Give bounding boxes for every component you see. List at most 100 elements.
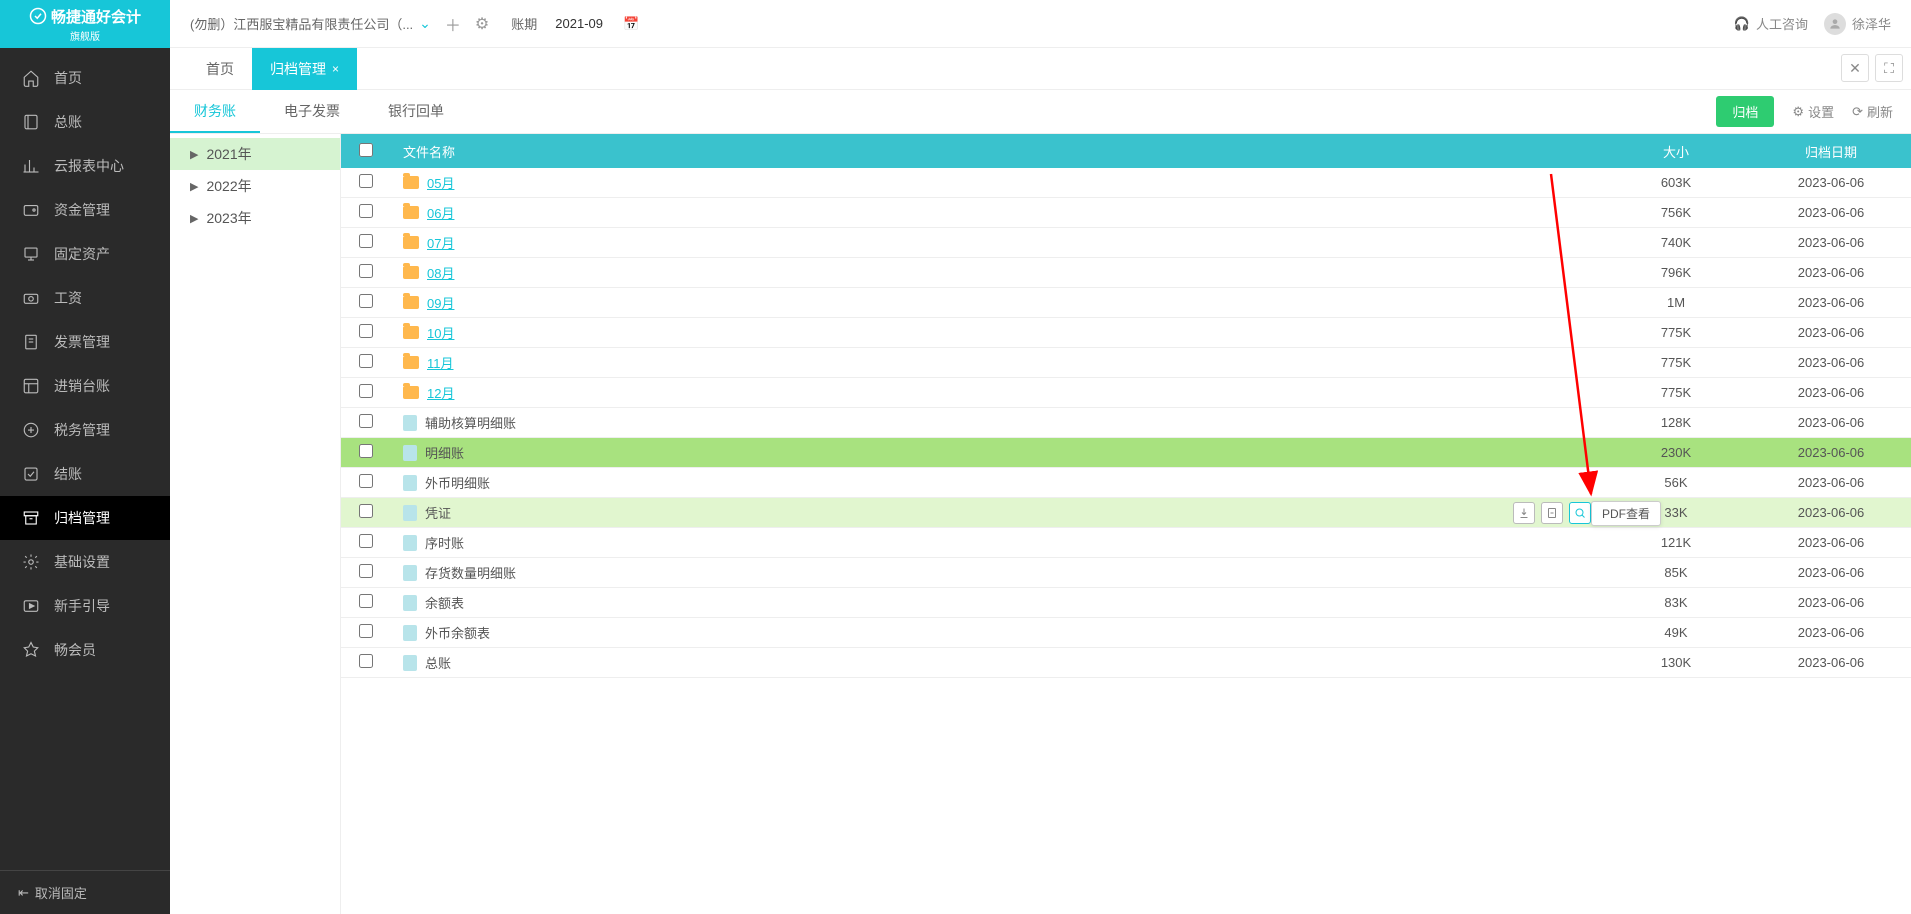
- pdf-icon[interactable]: [1541, 502, 1563, 524]
- tree-year-2[interactable]: ▶2023年: [170, 202, 340, 234]
- nav-label: 发票管理: [54, 332, 110, 352]
- table-row[interactable]: 06月 756K 2023-06-06: [341, 198, 1911, 228]
- nav-item-inventory[interactable]: 进销台账: [0, 364, 170, 408]
- table-row[interactable]: 11月 775K 2023-06-06: [341, 348, 1911, 378]
- table-row[interactable]: 05月 603K 2023-06-06: [341, 168, 1911, 198]
- close-book-icon: [22, 465, 40, 483]
- file-name-link[interactable]: 12月: [427, 383, 454, 402]
- nav-item-home[interactable]: 首页: [0, 56, 170, 100]
- sidebar-unpin[interactable]: ⇤取消固定: [0, 870, 170, 914]
- row-checkbox[interactable]: [359, 534, 373, 548]
- download-icon[interactable]: [1513, 502, 1535, 524]
- nav-item-invoice[interactable]: 发票管理: [0, 320, 170, 364]
- play-icon: [22, 597, 40, 615]
- row-checkbox[interactable]: [359, 174, 373, 188]
- select-all-checkbox[interactable]: [359, 143, 373, 157]
- file-name-link[interactable]: 09月: [427, 293, 454, 312]
- table-row[interactable]: 凭证 PDF查看 33K 2023-06-06: [341, 498, 1911, 528]
- company-selector[interactable]: (勿删）江西服宝精品有限责任公司（... ⌄: [190, 14, 431, 33]
- nav-item-archive[interactable]: 归档管理: [0, 496, 170, 540]
- row-checkbox[interactable]: [359, 324, 373, 338]
- file-name-link[interactable]: 07月: [427, 233, 454, 252]
- sub-tab-2[interactable]: 银行回单: [364, 89, 468, 133]
- row-checkbox[interactable]: [359, 474, 373, 488]
- calendar-icon[interactable]: 📅: [623, 16, 639, 32]
- fullscreen-button[interactable]: ⛶: [1875, 54, 1903, 82]
- nav-item-ledger[interactable]: 总账: [0, 100, 170, 144]
- support-link[interactable]: 🎧 人工咨询: [1734, 14, 1808, 33]
- nav-item-salary[interactable]: 工资: [0, 276, 170, 320]
- nav-item-fixed-assets[interactable]: 固定资产: [0, 232, 170, 276]
- table-row[interactable]: 07月 740K 2023-06-06: [341, 228, 1911, 258]
- nav-item-guide[interactable]: 新手引导: [0, 584, 170, 628]
- settings-link[interactable]: ⚙设置: [1792, 102, 1834, 121]
- tree-year-0[interactable]: ▶2021年: [170, 138, 340, 170]
- row-checkbox[interactable]: [359, 444, 373, 458]
- file-name-link[interactable]: 11月: [427, 353, 454, 372]
- nav-label: 总账: [54, 112, 82, 132]
- nav-item-funds[interactable]: 资金管理: [0, 188, 170, 232]
- col-size-header: 大小: [1601, 142, 1751, 161]
- member-icon: [22, 641, 40, 659]
- add-icon[interactable]: ＋: [445, 12, 461, 36]
- row-checkbox[interactable]: [359, 414, 373, 428]
- nav-item-member[interactable]: 畅会员: [0, 628, 170, 672]
- archive-date: 2023-06-06: [1751, 205, 1911, 220]
- archive-date: 2023-06-06: [1751, 625, 1911, 640]
- row-checkbox[interactable]: [359, 624, 373, 638]
- row-checkbox[interactable]: [359, 504, 373, 518]
- row-checkbox[interactable]: [359, 234, 373, 248]
- table-row[interactable]: 明细账 230K 2023-06-06: [341, 438, 1911, 468]
- row-checkbox[interactable]: [359, 594, 373, 608]
- table-row[interactable]: 10月 775K 2023-06-06: [341, 318, 1911, 348]
- file-name-link[interactable]: 06月: [427, 203, 454, 222]
- gear-icon[interactable]: ⚙: [475, 14, 489, 34]
- table-row[interactable]: 08月 796K 2023-06-06: [341, 258, 1911, 288]
- file-name-link[interactable]: 05月: [427, 173, 454, 192]
- table-row[interactable]: 余额表 83K 2023-06-06: [341, 588, 1911, 618]
- file-name: 辅助核算明细账: [425, 413, 516, 432]
- file-size: 740K: [1601, 235, 1751, 250]
- close-icon[interactable]: ×: [332, 62, 339, 76]
- refresh-link[interactable]: ⟳刷新: [1852, 102, 1893, 121]
- file-name-link[interactable]: 10月: [427, 323, 454, 342]
- archive-icon: [22, 509, 40, 527]
- row-checkbox[interactable]: [359, 354, 373, 368]
- file-size: 49K: [1601, 625, 1751, 640]
- nav-item-settings[interactable]: 基础设置: [0, 540, 170, 584]
- table-row[interactable]: 总账 130K 2023-06-06: [341, 648, 1911, 678]
- close-tab-button[interactable]: ✕: [1841, 54, 1869, 82]
- page-tab-0[interactable]: 首页: [188, 48, 252, 90]
- sub-tab-1[interactable]: 电子发票: [260, 89, 364, 133]
- table-row[interactable]: 存货数量明细账 85K 2023-06-06: [341, 558, 1911, 588]
- tree-year-1[interactable]: ▶2022年: [170, 170, 340, 202]
- table-row[interactable]: 09月 1M 2023-06-06: [341, 288, 1911, 318]
- file-name-link[interactable]: 08月: [427, 263, 454, 282]
- archive-button[interactable]: 归档: [1716, 96, 1774, 127]
- file-name: 序时账: [425, 533, 464, 552]
- file-icon: [403, 505, 417, 521]
- table-row[interactable]: 辅助核算明细账 128K 2023-06-06: [341, 408, 1911, 438]
- archive-date: 2023-06-06: [1751, 235, 1911, 250]
- table-row[interactable]: 序时账 121K 2023-06-06: [341, 528, 1911, 558]
- book-icon: [22, 113, 40, 131]
- table-row[interactable]: 外币余额表 49K 2023-06-06: [341, 618, 1911, 648]
- nav-item-tax[interactable]: 税务管理: [0, 408, 170, 452]
- user-menu[interactable]: 徐泽华: [1824, 13, 1891, 35]
- row-checkbox[interactable]: [359, 384, 373, 398]
- sub-tab-0[interactable]: 财务账: [170, 89, 260, 133]
- page-tab-1[interactable]: 归档管理×: [252, 48, 357, 90]
- row-checkbox[interactable]: [359, 264, 373, 278]
- row-checkbox[interactable]: [359, 654, 373, 668]
- home-icon: [22, 69, 40, 87]
- table-row[interactable]: 外币明细账 56K 2023-06-06: [341, 468, 1911, 498]
- nav-item-cloud-report[interactable]: 云报表中心: [0, 144, 170, 188]
- logo: 畅捷通好会计 旗舰版: [0, 0, 170, 48]
- row-checkbox[interactable]: [359, 204, 373, 218]
- pdf-view-icon[interactable]: [1569, 502, 1591, 524]
- table-row[interactable]: 12月 775K 2023-06-06: [341, 378, 1911, 408]
- row-checkbox[interactable]: [359, 564, 373, 578]
- nav-item-close[interactable]: 结账: [0, 452, 170, 496]
- row-checkbox[interactable]: [359, 294, 373, 308]
- nav-label: 基础设置: [54, 552, 110, 572]
